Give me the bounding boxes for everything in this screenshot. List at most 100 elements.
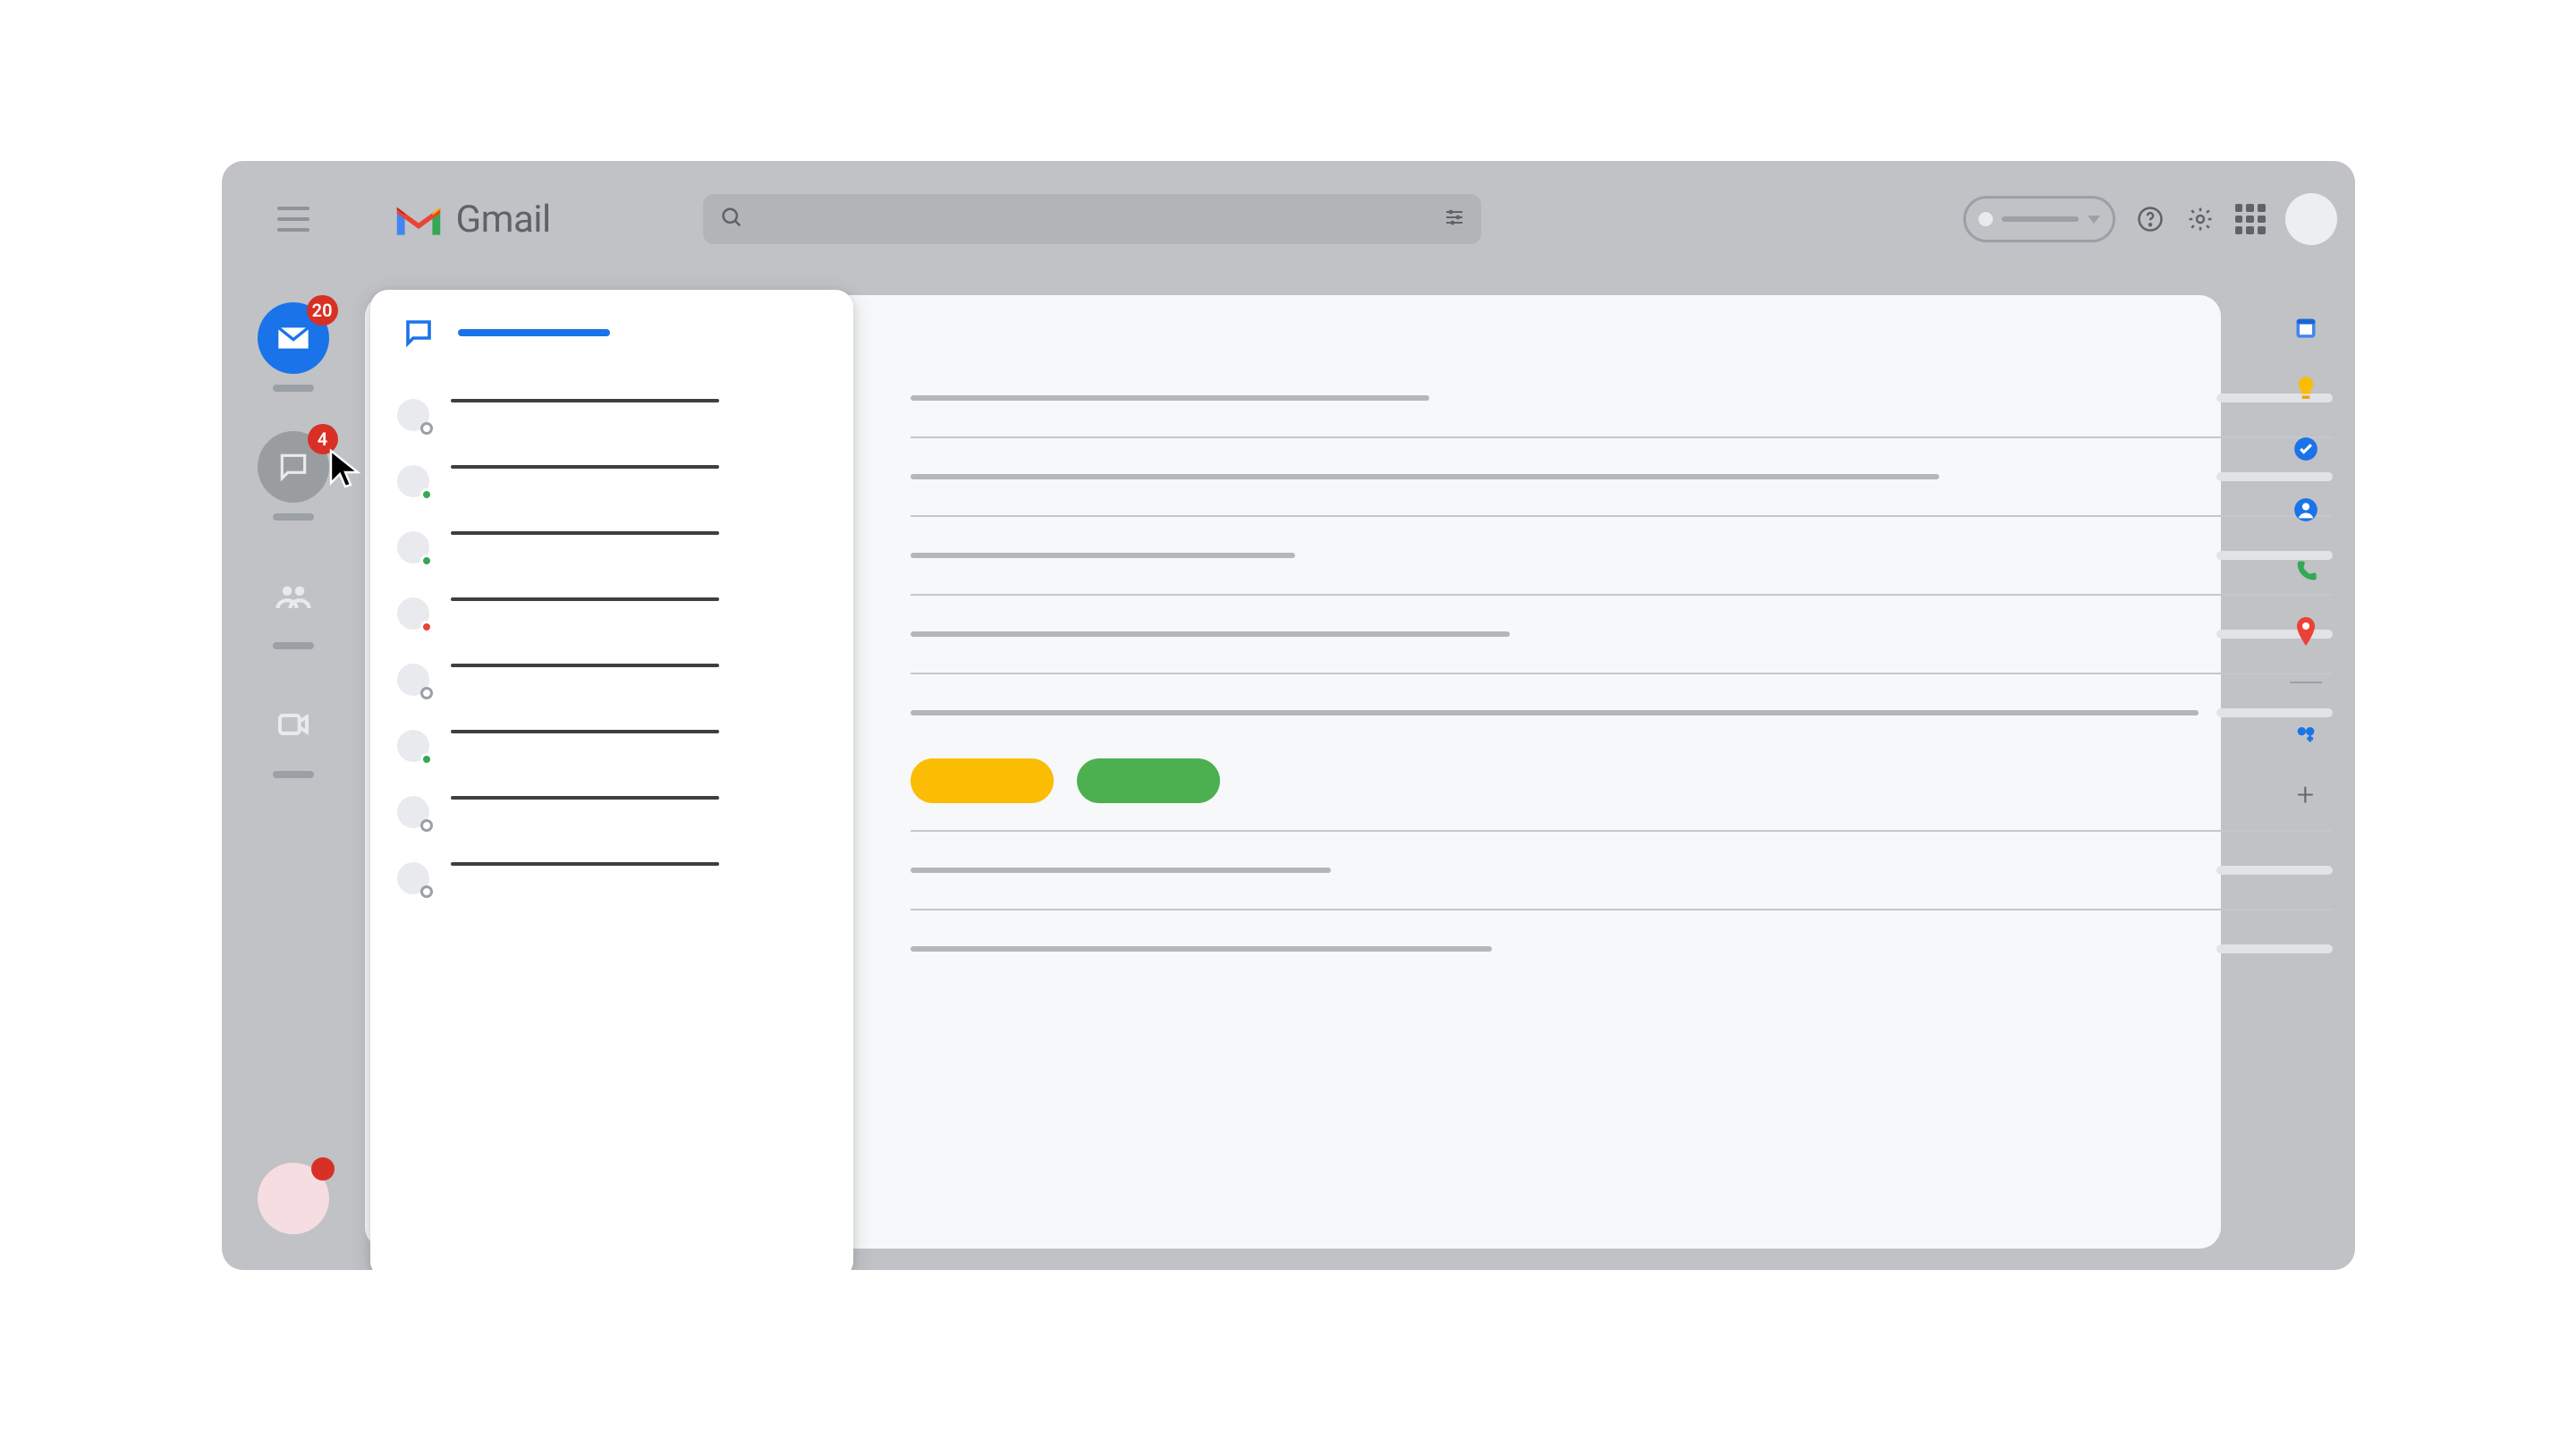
presence-away-icon <box>420 885 433 898</box>
presence-away-icon <box>420 687 433 699</box>
google-apps-button[interactable] <box>2235 204 2266 234</box>
app-logo-area[interactable]: Gmail <box>392 198 551 241</box>
presence-online-icon <box>420 753 433 766</box>
search-input[interactable] <box>744 207 1444 231</box>
message-chips <box>911 751 2333 830</box>
meet-icon <box>258 689 329 760</box>
contact-avatar <box>397 796 429 828</box>
contact-avatar <box>397 730 429 762</box>
contact-text-placeholder <box>451 465 826 469</box>
rail-label-placeholder <box>273 642 314 649</box>
side-app-calendar[interactable] <box>2292 313 2320 342</box>
message-subject-placeholder <box>911 868 1331 873</box>
spaces-icon <box>258 560 329 631</box>
message-row[interactable] <box>911 394 2333 436</box>
side-add-button[interactable]: + <box>2297 780 2314 810</box>
message-subject-placeholder <box>911 553 1295 558</box>
side-panel: + <box>2257 277 2355 1270</box>
main-menu-button[interactable] <box>222 161 365 277</box>
chat-tab[interactable] <box>402 317 435 349</box>
label-chip-green[interactable] <box>1077 758 1220 803</box>
chat-contact-row[interactable] <box>397 399 826 431</box>
rail-item-meet[interactable] <box>258 689 329 778</box>
hamburger-icon <box>277 207 309 232</box>
mail-icon: 20 <box>258 302 329 374</box>
side-app-maps[interactable] <box>2292 617 2320 646</box>
header-bar: Gmail <box>222 161 2355 277</box>
mail-unread-badge: 20 <box>307 295 338 326</box>
search-options-icon[interactable] <box>1444 207 1465 232</box>
contact-avatar <box>397 597 429 630</box>
rail-label-placeholder <box>273 513 314 521</box>
search-bar[interactable] <box>703 194 1481 244</box>
chat-contact-list <box>397 399 826 894</box>
presence-dnd-icon <box>420 621 433 633</box>
message-row[interactable] <box>911 830 2333 909</box>
status-selector[interactable] <box>1963 196 2115 242</box>
message-subject-placeholder <box>911 710 2199 716</box>
side-app-contacts[interactable] <box>2292 495 2320 524</box>
chat-icon: 4 <box>258 431 329 503</box>
message-subject-placeholder <box>911 631 1510 637</box>
nav-rail: 20 4 <box>222 277 365 1270</box>
chat-contact-row[interactable] <box>397 531 826 563</box>
message-row[interactable] <box>911 436 2333 515</box>
chat-contact-row[interactable] <box>397 664 826 696</box>
rail-item-spaces[interactable] <box>258 560 329 649</box>
message-list <box>866 295 2355 1249</box>
message-row[interactable] <box>911 515 2333 594</box>
main-content <box>365 295 2221 1249</box>
presence-away-icon <box>420 819 433 832</box>
contact-text-placeholder <box>451 531 826 535</box>
profile-avatar-icon <box>258 1163 329 1234</box>
contact-avatar <box>397 399 429 431</box>
side-app-addons[interactable] <box>2292 719 2320 748</box>
label-chip-yellow[interactable] <box>911 758 1054 803</box>
chevron-down-icon <box>2088 216 2100 224</box>
contact-avatar <box>397 531 429 563</box>
contact-text-placeholder <box>451 796 826 800</box>
rail-item-mail[interactable]: 20 <box>258 302 329 392</box>
side-divider <box>2290 682 2322 683</box>
message-subject-placeholder <box>911 946 1492 952</box>
side-app-voice[interactable] <box>2292 556 2320 585</box>
notification-dot <box>311 1157 335 1181</box>
presence-online-icon <box>420 488 433 501</box>
chat-contact-row[interactable] <box>397 862 826 894</box>
search-icon <box>719 205 744 233</box>
presence-away-icon <box>420 422 433 435</box>
chat-panel <box>370 290 853 1270</box>
rail-label-placeholder <box>273 385 314 392</box>
rail-profile[interactable] <box>258 1163 329 1234</box>
status-label-placeholder <box>2002 216 2079 222</box>
status-dot-icon <box>1979 212 1993 226</box>
message-row[interactable] <box>911 673 2333 751</box>
gmail-logo-icon <box>392 199 445 239</box>
side-app-keep[interactable] <box>2292 374 2320 402</box>
side-app-tasks[interactable] <box>2292 435 2320 463</box>
presence-online-icon <box>420 555 433 567</box>
message-subject-placeholder <box>911 474 1939 479</box>
contact-text-placeholder <box>451 597 826 601</box>
chat-contact-row[interactable] <box>397 465 826 497</box>
message-row[interactable] <box>911 909 2333 987</box>
account-avatar[interactable] <box>2285 193 2337 245</box>
chat-contact-row[interactable] <box>397 597 826 630</box>
header-actions <box>1963 193 2337 245</box>
contact-text-placeholder <box>451 862 826 866</box>
contact-avatar <box>397 465 429 497</box>
chat-contact-row[interactable] <box>397 730 826 762</box>
chat-contact-row[interactable] <box>397 796 826 828</box>
settings-button[interactable] <box>2185 204 2216 234</box>
chat-unread-badge: 4 <box>308 424 338 454</box>
support-button[interactable] <box>2135 204 2165 234</box>
rail-item-chat[interactable]: 4 <box>258 431 329 521</box>
contact-avatar <box>397 862 429 894</box>
app-window: Gmail <box>222 161 2355 1270</box>
contact-avatar <box>397 664 429 696</box>
message-row[interactable] <box>911 594 2333 673</box>
contact-text-placeholder <box>451 730 826 733</box>
app-name-label: Gmail <box>456 198 551 241</box>
rail-label-placeholder <box>273 771 314 778</box>
chat-tab-bar <box>397 315 826 349</box>
